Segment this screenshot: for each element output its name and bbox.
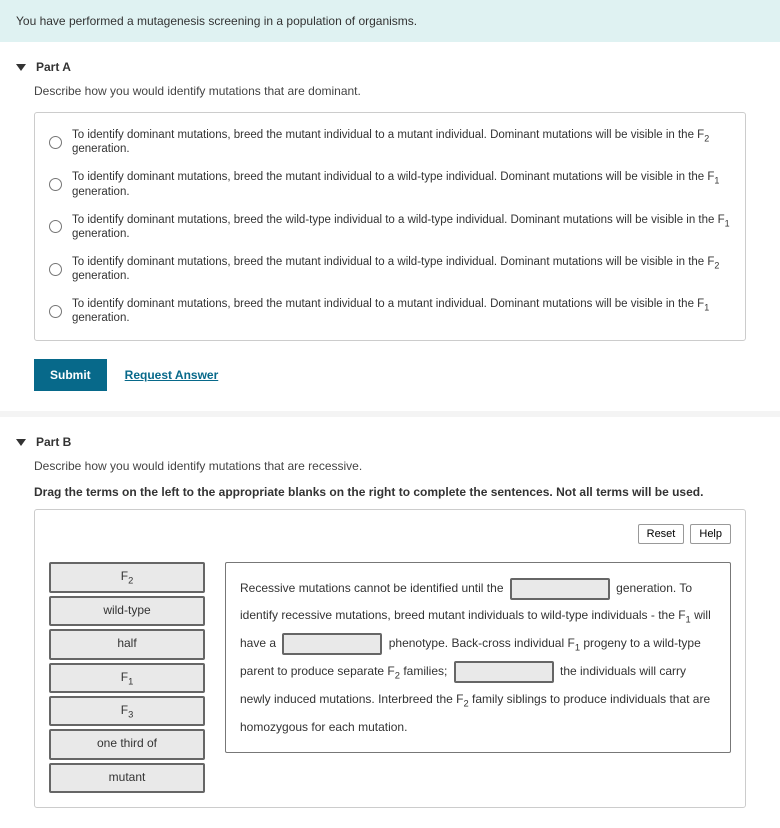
part-a-prompt: Describe how you would identify mutation… [0, 80, 780, 108]
part-a-header[interactable]: Part A [0, 42, 780, 80]
blank-slot[interactable] [454, 661, 554, 683]
term-tile[interactable]: F2 [49, 562, 205, 592]
help-button[interactable]: Help [690, 524, 731, 544]
subscript: 1 [686, 614, 691, 624]
choice-row[interactable]: To identify dominant mutations, breed th… [45, 206, 735, 248]
term-tile[interactable]: one third of [49, 729, 205, 759]
sentence-box: Recessive mutations cannot be identified… [225, 562, 731, 753]
terms-column: F2 wild-type half F1 F3 one third of mut… [49, 562, 205, 793]
choice-row[interactable]: To identify dominant mutations, breed th… [45, 163, 735, 205]
choices-box: To identify dominant mutations, breed th… [34, 112, 746, 341]
choice-text: To identify dominant mutations, breed th… [72, 256, 731, 282]
radio-input[interactable] [49, 178, 62, 191]
term-tile[interactable]: F3 [49, 696, 205, 726]
sentence-text: phenotype. Back-cross individual F [389, 636, 575, 650]
chevron-down-icon [16, 64, 26, 71]
term-tile[interactable]: half [49, 629, 205, 659]
part-b-header[interactable]: Part B [0, 417, 780, 455]
choice-row[interactable]: To identify dominant mutations, breed th… [45, 121, 735, 163]
subscript: 1 [575, 642, 580, 652]
subscript: 2 [463, 698, 468, 708]
part-b-title: Part B [36, 435, 71, 449]
drag-panel: Reset Help F2 wild-type half F1 F3 one t… [34, 509, 746, 808]
sentence-text: families; [403, 664, 450, 678]
part-b-prompt: Describe how you would identify mutation… [0, 455, 780, 483]
blank-slot[interactable] [282, 633, 382, 655]
part-a-title: Part A [36, 60, 71, 74]
radio-input[interactable] [49, 220, 62, 233]
term-tile[interactable]: mutant [49, 763, 205, 793]
choice-row[interactable]: To identify dominant mutations, breed th… [45, 290, 735, 332]
panel-tools: Reset Help [49, 524, 731, 544]
radio-input[interactable] [49, 263, 62, 276]
request-answer-link[interactable]: Request Answer [125, 368, 219, 382]
actions-row: Submit Request Answer [0, 353, 780, 411]
term-tile[interactable]: wild-type [49, 596, 205, 626]
drag-body: F2 wild-type half F1 F3 one third of mut… [49, 562, 731, 793]
term-tile[interactable]: F1 [49, 663, 205, 693]
choice-text: To identify dominant mutations, breed th… [72, 214, 731, 240]
radio-input[interactable] [49, 136, 62, 149]
submit-button[interactable]: Submit [34, 359, 107, 391]
chevron-down-icon [16, 439, 26, 446]
sentence-text: Recessive mutations cannot be identified… [240, 581, 507, 595]
choice-text: To identify dominant mutations, breed th… [72, 171, 731, 197]
intro-banner: You have performed a mutagenesis screeni… [0, 0, 780, 42]
reset-button[interactable]: Reset [638, 524, 685, 544]
blank-slot[interactable] [510, 578, 610, 600]
choice-row[interactable]: To identify dominant mutations, breed th… [45, 248, 735, 290]
choice-text: To identify dominant mutations, breed th… [72, 298, 731, 324]
intro-text: You have performed a mutagenesis screeni… [16, 14, 417, 28]
drag-instructions: Drag the terms on the left to the approp… [0, 483, 780, 509]
subscript: 2 [395, 670, 400, 680]
radio-input[interactable] [49, 305, 62, 318]
choice-text: To identify dominant mutations, breed th… [72, 129, 731, 155]
